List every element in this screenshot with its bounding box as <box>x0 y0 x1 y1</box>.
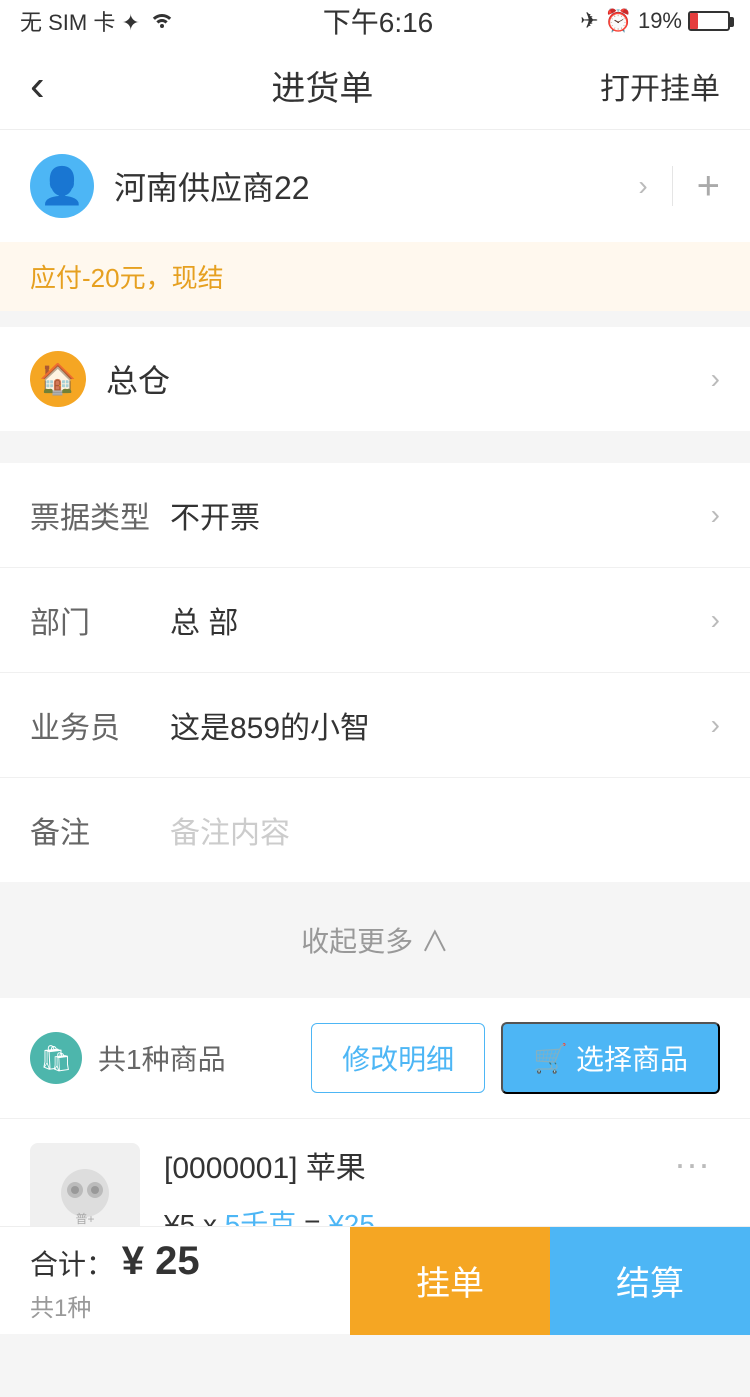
salesman-chevron-icon: › <box>711 709 720 741</box>
salesman-row[interactable]: 业务员 这是859的小智 › <box>0 672 750 777</box>
product-code: [0000001] <box>164 1152 297 1185</box>
shop-icon: 🛍 <box>39 1043 72 1074</box>
nav-bar: ‹ 进货单 打开挂单 <box>0 42 750 130</box>
warehouse-row[interactable]: 🏠 总仓 › <box>0 327 750 431</box>
supplier-row[interactable]: 👤 河南供应商22 › + <box>0 130 750 242</box>
more-options-button[interactable]: ··· <box>664 1143 720 1185</box>
product-header: 🛍 共1种商品 修改明细 🛒 选择商品 <box>0 998 750 1119</box>
total-section: 合计： ¥ 25 共1种 <box>0 1239 350 1323</box>
invoice-type-row[interactable]: 票据类型 不开票 › <box>0 463 750 567</box>
bottom-bar: 合计： ¥ 25 共1种 挂单 结算 <box>0 1226 750 1334</box>
avatar-icon: 👤 <box>40 165 85 207</box>
product-count-icon: 🛍 <box>30 1032 82 1084</box>
product-display-name: 苹果 <box>306 1152 366 1185</box>
supplier-name: 河南供应商22 <box>114 163 638 209</box>
product-count-text: 共1种商品 <box>98 1038 311 1078</box>
back-button[interactable]: ‹ <box>30 61 45 111</box>
department-row[interactable]: 部门 总 部 › <box>0 567 750 672</box>
form-section: 票据类型 不开票 › 部门 总 部 › 业务员 这是859的小智 › 备注 备注… <box>0 463 750 882</box>
open-pending-button[interactable]: 打开挂单 <box>600 64 720 108</box>
status-right: ✈ ⏰ 19% <box>580 8 730 34</box>
total-label-row: 合计： ¥ 25 <box>30 1239 320 1284</box>
page-title: 进货单 <box>271 61 373 110</box>
warehouse-chevron-icon: › <box>711 363 720 395</box>
invoice-type-chevron-icon: › <box>711 499 720 531</box>
warehouse-icon: 🏠 <box>39 362 76 397</box>
remark-row[interactable]: 备注 备注内容 <box>0 777 750 882</box>
department-chevron-icon: › <box>711 604 720 636</box>
sim-text: 无 SIM 卡 ✦ <box>20 5 140 37</box>
invoice-type-value: 不开票 <box>170 493 711 537</box>
alarm-icon: ⏰ <box>605 8 632 34</box>
total-count: 共1种 <box>30 1288 320 1323</box>
status-bar: 无 SIM 卡 ✦ 下午6:16 ✈ ⏰ 19% <box>0 0 750 42</box>
salesman-label: 业务员 <box>30 703 170 747</box>
gap1 <box>0 447 750 463</box>
select-product-label: 选择商品 <box>576 1038 688 1078</box>
notice-bar: 应付-20元，现结 <box>0 242 750 311</box>
product-name: [0000001] 苹果 <box>164 1143 664 1187</box>
department-label: 部门 <box>30 598 170 642</box>
invoice-type-label: 票据类型 <box>30 493 170 537</box>
add-supplier-button[interactable]: + <box>697 164 720 209</box>
select-product-button[interactable]: 🛒 选择商品 <box>501 1022 720 1094</box>
department-value: 总 部 <box>170 598 711 642</box>
status-time: 下午6:16 <box>323 1 434 41</box>
warehouse-name: 总仓 <box>106 356 711 402</box>
edit-detail-button[interactable]: 修改明细 <box>311 1023 485 1093</box>
collapse-bar[interactable]: 收起更多 ∧ <box>0 898 750 982</box>
supplier-chevron-icon: › <box>638 170 647 202</box>
battery-percent: 19% <box>638 8 682 34</box>
vertical-divider <box>672 166 673 206</box>
salesman-value: 这是859的小智 <box>170 703 711 747</box>
remark-placeholder: 备注内容 <box>170 808 720 852</box>
total-label: 合计： <box>30 1249 114 1280</box>
supplier-section: 👤 河南供应商22 › + 应付-20元，现结 <box>0 130 750 311</box>
svg-text:普+: 普+ <box>75 1212 94 1226</box>
cart-icon-small: 🛒 <box>533 1042 568 1075</box>
gap2 <box>0 982 750 998</box>
location-icon: ✈ <box>580 8 598 34</box>
checkout-button[interactable]: 结算 <box>550 1227 750 1335</box>
wifi-icon <box>148 8 176 34</box>
total-amount: ¥ 25 <box>122 1239 200 1283</box>
battery-icon <box>688 11 730 31</box>
warehouse-icon-wrap: 🏠 <box>30 351 86 407</box>
avatar: 👤 <box>30 154 94 218</box>
remark-label: 备注 <box>30 808 170 852</box>
hang-order-button[interactable]: 挂单 <box>350 1227 550 1335</box>
status-left: 无 SIM 卡 ✦ <box>20 5 176 37</box>
warehouse-section: 🏠 总仓 › <box>0 327 750 431</box>
